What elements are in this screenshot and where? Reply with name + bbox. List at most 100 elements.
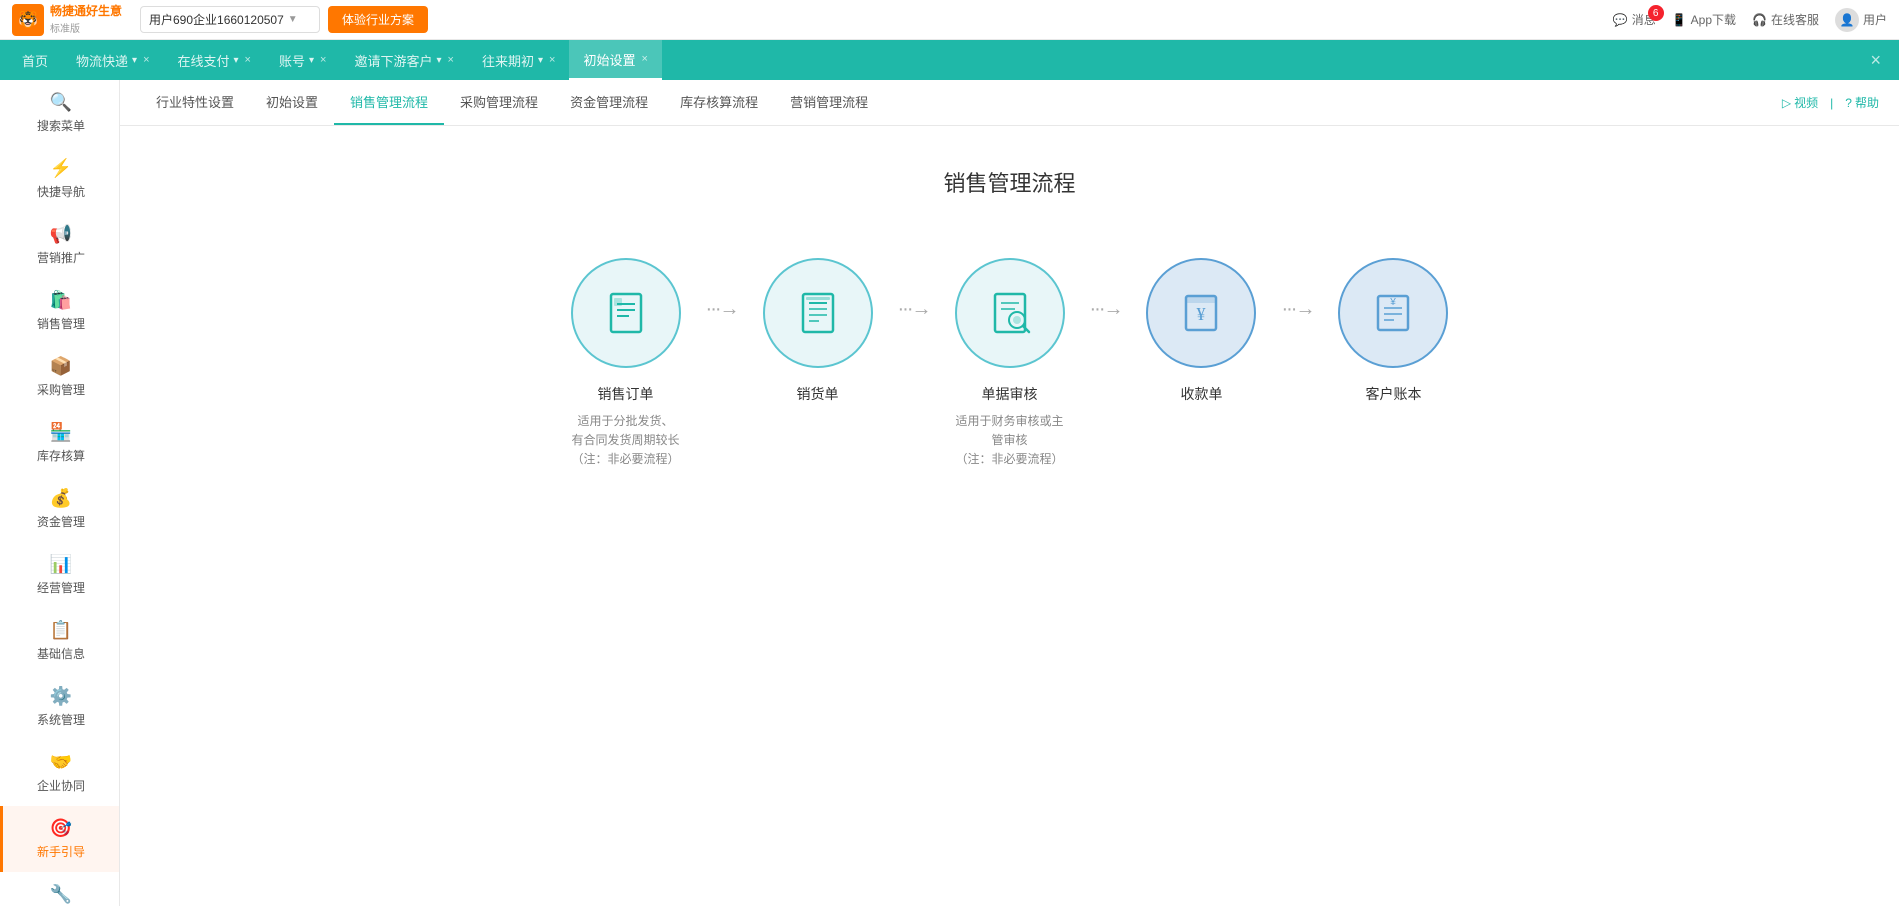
subtab-finance-flow[interactable]: 资金管理流程 <box>554 80 664 125</box>
help-icon: ? <box>1845 96 1852 110</box>
sidebar-label: 库存核算 <box>37 447 85 464</box>
tab-home[interactable]: 首页 <box>8 40 62 80</box>
sidebar-label: 基础信息 <box>37 645 85 662</box>
sidebar-label: 搜索菜单 <box>37 117 85 134</box>
tab-logistics[interactable]: 物流快递 ▾ × <box>62 40 163 80</box>
flow-step-receipt: ¥ 收款单 <box>1121 258 1281 412</box>
app-label: App下载 <box>1691 11 1736 28</box>
user-label: 用户 <box>1863 11 1887 28</box>
logo-area: 🐯 畅捷通好生意 标准版 <box>12 4 132 36</box>
tab-invite[interactable]: 邀请下游客户 ▾ × <box>340 40 467 80</box>
subtab-industry-label: 行业特性设置 <box>156 95 234 110</box>
sidebar-item-system[interactable]: ⚙️ 系统管理 <box>0 674 119 740</box>
search-icon: 🔍 <box>50 92 72 113</box>
sidebar-item-finance[interactable]: 💰 资金管理 <box>0 476 119 542</box>
system-icon: ⚙️ <box>50 686 72 707</box>
sidebar-label: 企业协同 <box>37 777 85 794</box>
tab-account[interactable]: 账号 ▾ × <box>265 40 340 80</box>
sidebar-item-purchase[interactable]: 📦 采购管理 <box>0 344 119 410</box>
sidebar-item-inventory[interactable]: 🏪 库存核算 <box>0 410 119 476</box>
sidebar-item-search[interactable]: 🔍 搜索菜单 <box>0 80 119 146</box>
sidebar-label: 采购管理 <box>37 381 85 398</box>
message-button[interactable]: 💬 消息 6 <box>1613 11 1656 28</box>
experience-button[interactable]: 体验行业方案 <box>328 6 428 33</box>
flow-circle-invoice <box>763 258 873 368</box>
flow-arrow-3: ···→ <box>1090 258 1122 321</box>
sidebar-item-corp[interactable]: 🤝 企业协同 <box>0 740 119 806</box>
sidebar-item-quicknav[interactable]: ⚡ 快捷导航 <box>0 146 119 212</box>
avatar: 👤 <box>1835 8 1859 32</box>
tab-period[interactable]: 往来期初 ▾ × <box>468 40 569 80</box>
finance-icon: 💰 <box>50 488 72 509</box>
flow-step-ledger: ¥ 客户账本 <box>1313 258 1473 412</box>
svg-text:¥: ¥ <box>1197 304 1206 324</box>
sub-tab-actions: ▷ 视频 | ? 帮助 <box>1782 94 1879 111</box>
help-link[interactable]: ? 帮助 <box>1845 94 1879 111</box>
tab-payment[interactable]: 在线支付 ▾ × <box>164 40 265 80</box>
video-link[interactable]: ▷ 视频 <box>1782 94 1818 111</box>
sidebar-item-apps[interactable]: 🔧 应用中心 <box>0 872 119 906</box>
main-layout: 🔍 搜索菜单 ⚡ 快捷导航 📢 营销推广 🛍️ 销售管理 📦 采购管理 🏪 库存… <box>0 80 1899 906</box>
user-menu-button[interactable]: 👤 用户 <box>1835 8 1887 32</box>
flow-circle-ledger: ¥ <box>1338 258 1448 368</box>
close-icon[interactable]: × <box>245 54 251 66</box>
subtab-init[interactable]: 初始设置 <box>250 80 334 125</box>
close-icon[interactable]: × <box>448 54 454 66</box>
tab-init[interactable]: 初始设置 × <box>569 40 661 80</box>
order-icon <box>601 288 651 338</box>
divider: | <box>1830 96 1833 110</box>
tab-account-label: 账号 <box>279 51 305 70</box>
close-icon[interactable]: × <box>143 54 149 66</box>
sidebar: 🔍 搜索菜单 ⚡ 快捷导航 📢 营销推广 🛍️ 销售管理 📦 采购管理 🏪 库存… <box>0 80 120 906</box>
top-bar-right: 💬 消息 6 📱 App下载 🎧 在线客服 👤 用户 <box>1613 8 1887 32</box>
chevron-icon: ▾ <box>234 55 239 66</box>
subtab-sales-flow-label: 销售管理流程 <box>350 95 428 110</box>
sidebar-item-operation[interactable]: 📊 经营管理 <box>0 542 119 608</box>
sidebar-label: 销售管理 <box>37 315 85 332</box>
sidebar-item-sales[interactable]: 🛍️ 销售管理 <box>0 278 119 344</box>
sidebar-label: 快捷导航 <box>37 183 85 200</box>
step-label-invoice: 销货单 <box>797 384 839 404</box>
basic-icon: 📋 <box>50 620 72 641</box>
subtab-marketing-flow-label: 营销管理流程 <box>790 95 868 110</box>
subtab-sales-flow[interactable]: 销售管理流程 <box>334 80 444 125</box>
message-badge: 6 <box>1648 5 1664 21</box>
operation-icon: 📊 <box>50 554 72 575</box>
subtab-purchase-flow[interactable]: 采购管理流程 <box>444 80 554 125</box>
close-icon[interactable]: × <box>320 54 326 66</box>
subtab-purchase-flow-label: 采购管理流程 <box>460 95 538 110</box>
play-icon: ▷ <box>1782 96 1791 110</box>
service-icon: 🎧 <box>1752 13 1767 27</box>
invoice-icon <box>793 288 843 338</box>
apps-icon: 🔧 <box>50 884 72 905</box>
logo-icon: 🐯 <box>12 4 44 36</box>
subtab-marketing-flow[interactable]: 营销管理流程 <box>774 80 884 125</box>
flow-step-review: 单据审核 适用于财务审核或主管审核（注：非必要流程） <box>930 258 1090 470</box>
step-label-ledger: 客户账本 <box>1365 384 1421 404</box>
step-label-receipt: 收款单 <box>1180 384 1222 404</box>
app-download-button[interactable]: 📱 App下载 <box>1672 11 1736 28</box>
message-icon: 💬 <box>1613 13 1628 27</box>
user-selector[interactable]: 用户690企业1660120507 ▼ <box>140 6 320 33</box>
chevron-icon: ▾ <box>309 55 314 66</box>
sidebar-label: 系统管理 <box>37 711 85 728</box>
close-icon[interactable]: × <box>549 54 555 66</box>
newguide-icon: 🎯 <box>50 818 72 839</box>
nav-close-button[interactable]: × <box>1860 40 1891 80</box>
subtab-industry[interactable]: 行业特性设置 <box>140 80 250 125</box>
close-icon[interactable]: × <box>641 53 647 65</box>
content-area: 行业特性设置 初始设置 销售管理流程 采购管理流程 资金管理流程 库存核算流程 … <box>120 80 1899 906</box>
online-service-button[interactable]: 🎧 在线客服 <box>1752 11 1819 28</box>
flow-arrow-1: ···→ <box>706 258 738 321</box>
flow-title: 销售管理流程 <box>140 166 1879 198</box>
subtab-finance-flow-label: 资金管理流程 <box>570 95 648 110</box>
sales-icon: 🛍️ <box>50 290 72 311</box>
sidebar-item-basic[interactable]: 📋 基础信息 <box>0 608 119 674</box>
sidebar-item-newguide[interactable]: 🎯 新手引导 <box>0 806 119 872</box>
flow-step-sales-order: 销售订单 适用于分批发货、有合同发货周期较长（注：非必要流程） <box>546 258 706 470</box>
logo-text-area: 畅捷通好生意 标准版 <box>50 4 122 35</box>
flow-arrow-4: ···→ <box>1281 258 1313 321</box>
subtab-inventory-flow[interactable]: 库存核算流程 <box>664 80 774 125</box>
flow-circle-sales-order <box>571 258 681 368</box>
sidebar-item-marketing[interactable]: 📢 营销推广 <box>0 212 119 278</box>
